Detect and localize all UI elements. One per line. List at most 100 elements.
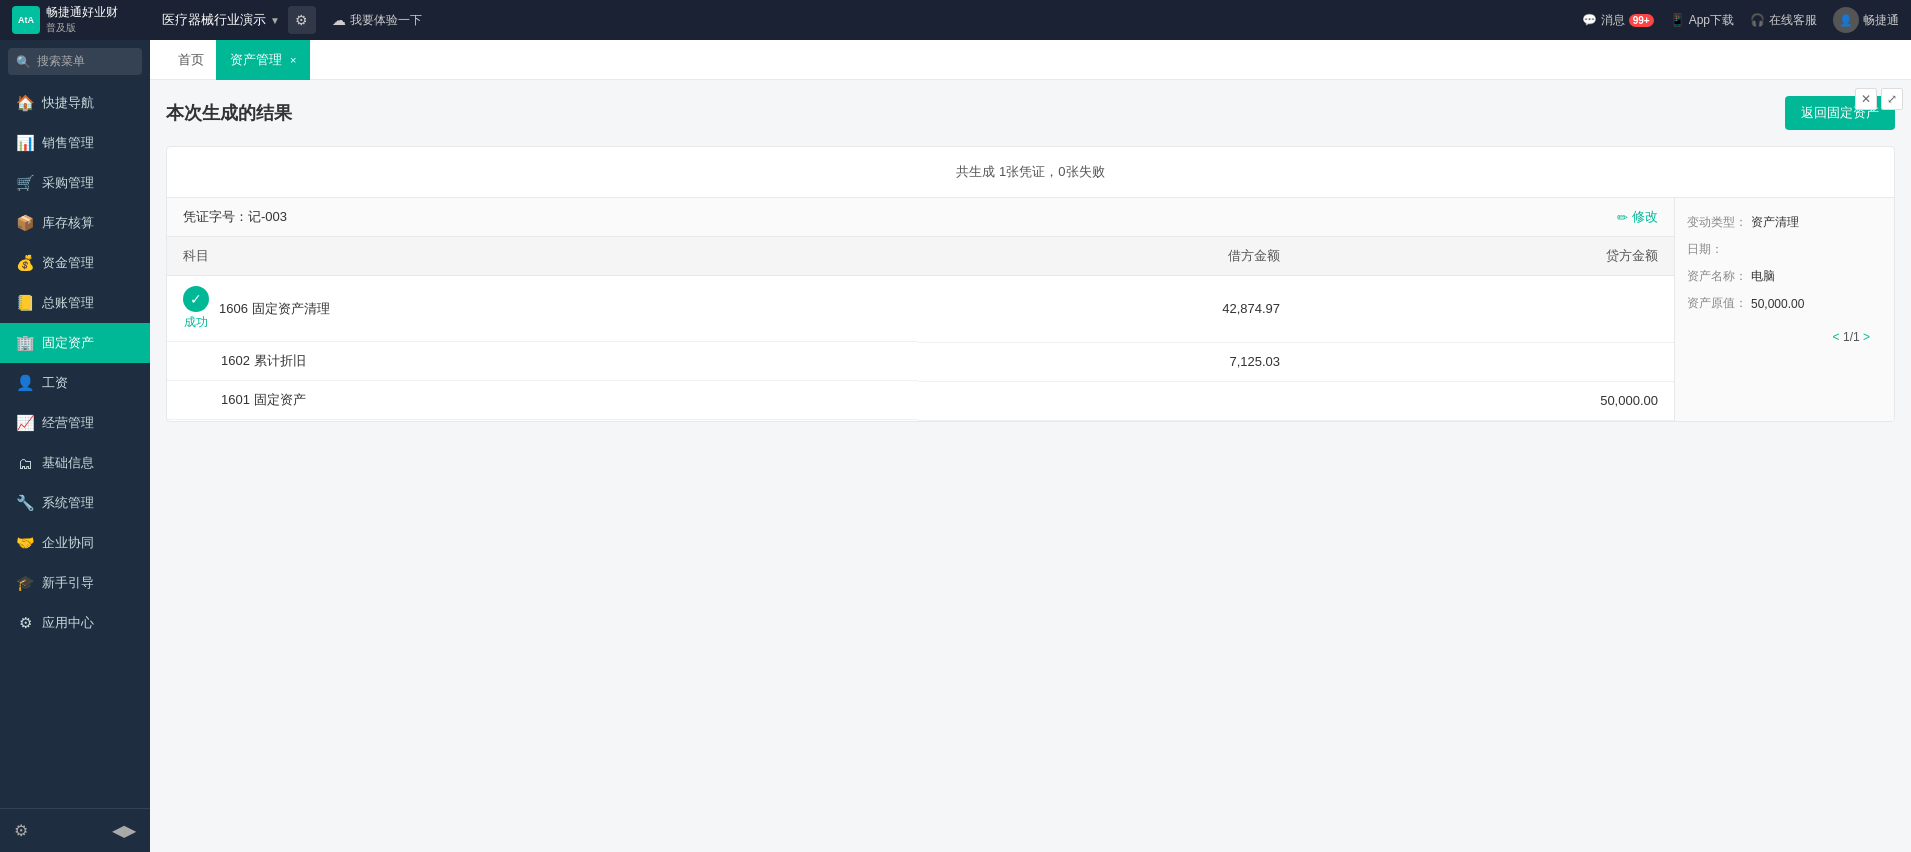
side-info-panel: 变动类型： 资产清理 日期： 资产名称： 电脑 资产原值： [1674,198,1894,421]
dropdown-arrow-icon: ▼ [270,15,280,26]
asset-value-label: 资产原值： [1687,295,1751,312]
app-download-button[interactable]: 📱 App下载 [1670,12,1734,29]
voucher-number: 凭证字号：记-003 [183,208,287,226]
date-row: 日期： [1687,241,1882,258]
sidebar-item-enterprise[interactable]: 🤝 企业协同 [0,523,150,563]
asset-name-value: 电脑 [1751,268,1775,285]
result-summary: 共生成 1张凭证，0张失败 [167,147,1894,198]
sidebar-item-guide[interactable]: 🎓 新手引导 [0,563,150,603]
sidebar-item-quick-nav[interactable]: 🏠 快捷导航 [0,83,150,123]
headset-icon: 🎧 [1750,13,1765,27]
change-type-row: 变动类型： 资产清理 [1687,214,1882,231]
sidebar-item-salary[interactable]: 👤 工资 [0,363,150,403]
credit-1606 [1296,276,1674,343]
apps-icon: ⚙ [16,614,34,632]
tab-home[interactable]: 首页 [166,40,216,80]
ledger-icon: 📒 [16,294,34,312]
search-menu-button[interactable]: 🔍 搜索菜单 [8,48,142,75]
avatar: 👤 [1833,7,1859,33]
building-icon: 🏢 [16,334,34,352]
header-center: 医疗器械行业演示 ▼ ⚙ ☁ 我要体验一下 [162,6,1582,34]
company-name: 医疗器械行业演示 [162,11,266,29]
credit-1602 [1296,342,1674,381]
sidebar-item-basic-info[interactable]: 🗂 基础信息 [0,443,150,483]
result-panel: 共生成 1张凭证，0张失败 凭证字号：记-003 ✏ 修改 [166,146,1895,422]
sidebar-item-purchase[interactable]: 🛒 采购管理 [0,163,150,203]
voucher-header-row: 凭证字号：记-003 ✏ 修改 [167,198,1674,237]
voucher-section: 凭证字号：记-003 ✏ 修改 科目 借方金额 贷 [167,198,1894,421]
tab-asset-management[interactable]: 资产管理 × [216,40,310,80]
sidebar-item-ledger[interactable]: 📒 总账管理 [0,283,150,323]
asset-value-row: 资产原值： 50,000.00 [1687,295,1882,312]
page-content: ✕ ⤢ 本次生成的结果 返回固定资产 共生成 1张凭证，0张失败 凭证字号：记-… [150,80,1911,852]
change-type-value: 资产清理 [1751,214,1799,231]
asset-name-row: 资产名称： 电脑 [1687,268,1882,285]
sidebar-item-inventory[interactable]: 📦 库存核算 [0,203,150,243]
pagination: < 1/1 > [1687,322,1882,352]
sales-icon: 📊 [16,134,34,152]
logo-edition: 普及版 [46,21,118,35]
close-panel-button[interactable]: ✕ [1855,88,1877,110]
subject-1602: 1602 累计折旧 [221,352,306,370]
user-menu[interactable]: 👤 畅捷通 [1833,7,1899,33]
sidebar-item-finance[interactable]: 💰 资金管理 [0,243,150,283]
change-type-label: 变动类型： [1687,214,1751,231]
finance-icon: 💰 [16,254,34,272]
inventory-icon: 📦 [16,214,34,232]
sidebar-item-sales[interactable]: 📊 销售管理 [0,123,150,163]
success-icon: ✓ [183,286,209,312]
person-icon: 👤 [16,374,34,392]
search-icon: 🔍 [16,55,31,69]
table-row: 1601 固定资产 50,000.00 [167,381,1674,420]
online-service-button[interactable]: 🎧 在线客服 [1750,12,1817,29]
top-header: AtA 畅捷通好业财 普及版 医疗器械行业演示 ▼ ⚙ ☁ 我要体验一下 💬 消… [0,0,1911,40]
main-layout: 🔍 搜索菜单 🏠 快捷导航 📊 销售管理 🛒 采购管理 📦 库存核算 💰 资金管… [0,40,1911,852]
header-right: 💬 消息 99+ 📱 App下载 🎧 在线客服 👤 畅捷通 [1582,7,1899,33]
settings-bottom-icon[interactable]: ⚙ [8,817,34,844]
tab-close-icon[interactable]: × [290,54,296,66]
settings-button[interactable]: ⚙ [288,6,316,34]
page-header: 本次生成的结果 返回固定资产 [166,96,1895,130]
home-icon: 🏠 [16,94,34,112]
expand-panel-button[interactable]: ⤢ [1881,88,1903,110]
sidebar-bottom: ⚙ ◀▶ [0,808,150,852]
sidebar-item-business[interactable]: 📈 经营管理 [0,403,150,443]
date-label: 日期： [1687,241,1751,258]
trial-button[interactable]: ☁ 我要体验一下 [324,8,430,33]
debit-1601 [918,381,1296,420]
wrench-icon: 🔧 [16,494,34,512]
logo-icon: AtA [12,6,40,34]
guide-icon: 🎓 [16,574,34,592]
edit-icon: ✏ [1617,210,1628,225]
sidebar-item-system[interactable]: 🔧 系统管理 [0,483,150,523]
table-row: 1602 累计折旧 7,125.03 [167,342,1674,381]
edit-button[interactable]: ✏ 修改 [1617,208,1658,226]
prev-page-button[interactable]: < [1833,330,1840,344]
asset-name-label: 资产名称： [1687,268,1751,285]
credit-1601: 50,000.00 [1296,381,1674,420]
sidebar-item-app-center[interactable]: ⚙ 应用中心 [0,603,150,643]
folder-icon: 🗂 [16,455,34,472]
debit-1606: 42,874.97 [918,276,1296,343]
handshake-icon: 🤝 [16,534,34,552]
page-title: 本次生成的结果 [166,101,292,125]
collapse-sidebar-button[interactable]: ◀▶ [106,817,142,844]
sidebar-search-area: 🔍 搜索菜单 [0,40,150,83]
messages-button[interactable]: 💬 消息 99+ [1582,12,1654,29]
sidebar-item-fixed-assets[interactable]: 🏢 固定资产 [0,323,150,363]
company-selector[interactable]: 医疗器械行业演示 ▼ [162,11,280,29]
debit-1602: 7,125.03 [918,342,1296,381]
table-header-row: 科目 借方金额 贷方金额 [167,237,1674,276]
voucher-table: 科目 借方金额 贷方金额 ✓ [167,237,1674,421]
logo-text: 畅捷通好业财 [46,5,118,21]
cloud-icon: ☁ [332,12,346,28]
next-page-button[interactable]: > [1863,330,1870,344]
message-badge: 99+ [1629,14,1654,27]
col-header-subject: 科目 [167,237,918,276]
logo-area: AtA 畅捷通好业财 普及版 [12,5,162,36]
purchase-icon: 🛒 [16,174,34,192]
page-indicator: 1/1 [1843,330,1863,344]
message-icon: 💬 [1582,13,1597,27]
col-header-debit: 借方金额 [918,237,1296,276]
content-area: 首页 资产管理 × ✕ ⤢ 本次生成的结果 返回固定资产 共生成 1张凭证，0张… [150,40,1911,852]
